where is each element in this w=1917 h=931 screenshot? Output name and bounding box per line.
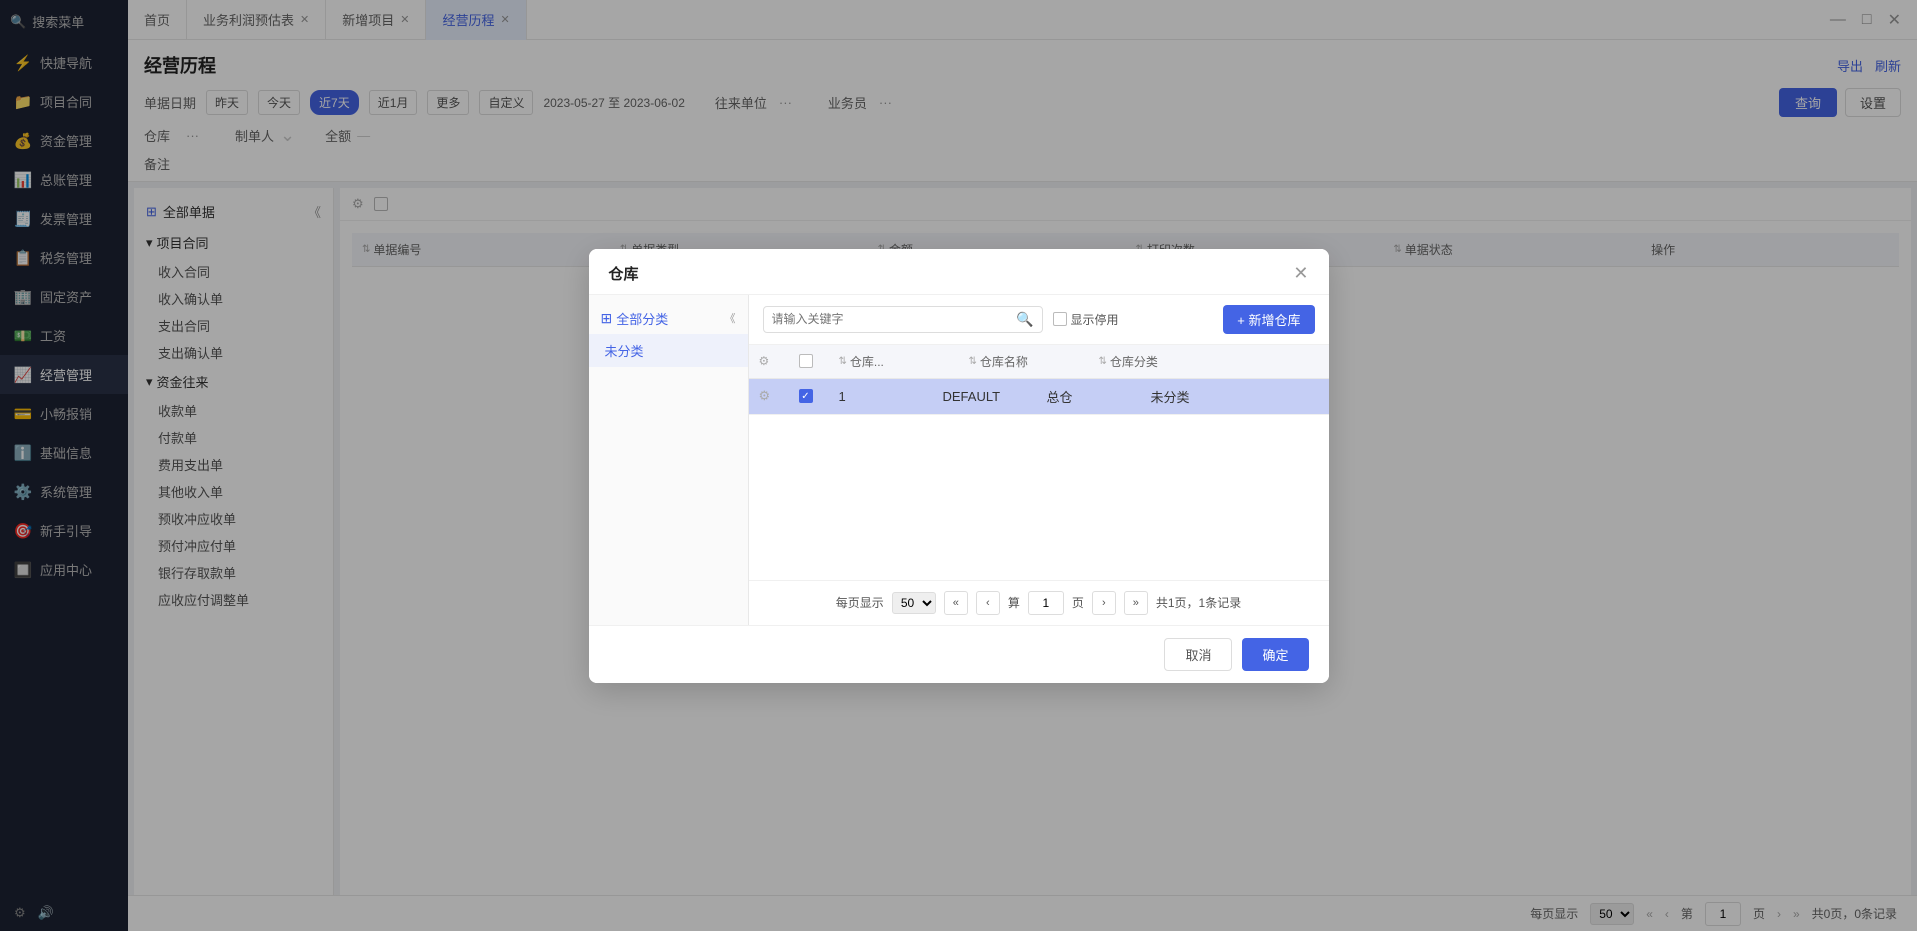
- search-box[interactable]: 🔍: [763, 306, 1043, 333]
- dialog-pagination: 每页显示 50 « ‹ 算 页 › » 共1页，1条记录: [749, 580, 1329, 625]
- add-warehouse-btn[interactable]: + 新增仓库: [1223, 305, 1314, 334]
- th-gear: ⚙: [749, 345, 789, 378]
- dialog-last-page-btn[interactable]: »: [1124, 591, 1148, 615]
- dialog-left-collapse-btn[interactable]: 《: [725, 310, 736, 326]
- sort-icon: ⇅: [839, 356, 847, 367]
- th-category: ⇅ 仓库分类: [1089, 345, 1329, 378]
- show-disabled-text: 显示停用: [1071, 311, 1119, 328]
- search-input[interactable]: [772, 312, 1011, 326]
- dialog-page-input[interactable]: [1028, 591, 1064, 615]
- dialog-left-title: 全部分类: [616, 309, 668, 328]
- dialog-right-panel: 🔍 显示停用 + 新增仓库 ⚙: [749, 295, 1329, 625]
- td-code: DEFAULT: [933, 381, 1037, 412]
- table-row[interactable]: ⚙ ✓ 1 DEFAULT 总仓: [749, 379, 1329, 415]
- th-check: [789, 345, 829, 378]
- dialog-header: 仓库 ✕: [589, 249, 1329, 295]
- confirm-button[interactable]: 确定: [1242, 638, 1308, 671]
- dialog-page-size-select[interactable]: 50: [892, 592, 936, 614]
- dialog-next-page-btn[interactable]: ›: [1092, 591, 1116, 615]
- sort-icon: ⇅: [969, 356, 977, 367]
- th-name: ⇅ 仓库名称: [959, 345, 1089, 378]
- td-name: 总仓: [1037, 379, 1141, 414]
- select-all-dialog-checkbox[interactable]: [799, 354, 813, 368]
- sort-icon: ⇅: [1099, 356, 1107, 367]
- gear-th-icon[interactable]: ⚙: [759, 354, 770, 368]
- page-size-label: 每页显示: [836, 594, 884, 611]
- show-disabled-checkbox[interactable]: [1053, 312, 1067, 326]
- dialog-footer: 取消 确定: [589, 625, 1329, 683]
- dialog-left-header[interactable]: ⊞ 全部分类 《: [589, 303, 748, 334]
- td-category: 未分类: [1141, 379, 1329, 414]
- td-num: 1: [829, 381, 933, 412]
- td-gear: ⚙: [749, 380, 789, 412]
- page-unit: 页: [1072, 594, 1084, 611]
- dialog-toolbar: 🔍 显示停用 + 新增仓库: [749, 295, 1329, 345]
- search-icon: 🔍: [1016, 311, 1033, 328]
- dialog-prev-page-btn[interactable]: ‹: [976, 591, 1000, 615]
- row-checkbox[interactable]: ✓: [799, 389, 813, 403]
- row-gear-icon[interactable]: ⚙: [759, 388, 771, 404]
- modal-overlay: 仓库 ✕ ⊞ 全部分类 《 未分类: [0, 0, 1917, 931]
- show-disabled-label[interactable]: 显示停用: [1053, 311, 1119, 328]
- dialog-body: ⊞ 全部分类 《 未分类 🔍: [589, 295, 1329, 625]
- dialog-first-page-btn[interactable]: «: [944, 591, 968, 615]
- warehouse-dialog: 仓库 ✕ ⊞ 全部分类 《 未分类: [589, 249, 1329, 683]
- dialog-title: 仓库: [609, 263, 639, 284]
- dialog-close-btn[interactable]: ✕: [1293, 263, 1308, 284]
- cancel-button[interactable]: 取消: [1164, 638, 1232, 671]
- th-code: ⇅ 仓库...: [829, 345, 959, 378]
- dialog-left-panel: ⊞ 全部分类 《 未分类: [589, 295, 749, 625]
- dialog-table: ⚙ ⇅ 仓库... ⇅ 仓库名称: [749, 345, 1329, 580]
- page-word: 算: [1008, 594, 1020, 611]
- dialog-left-scroll: 未分类: [589, 334, 748, 617]
- dialog-table-header: ⚙ ⇅ 仓库... ⇅ 仓库名称: [749, 345, 1329, 379]
- grid-small-icon: ⊞: [601, 310, 613, 327]
- dialog-left-item-weifenlei[interactable]: 未分类: [589, 334, 748, 367]
- dialog-total-info: 共1页，1条记录: [1156, 594, 1241, 611]
- td-check[interactable]: ✓: [789, 381, 829, 411]
